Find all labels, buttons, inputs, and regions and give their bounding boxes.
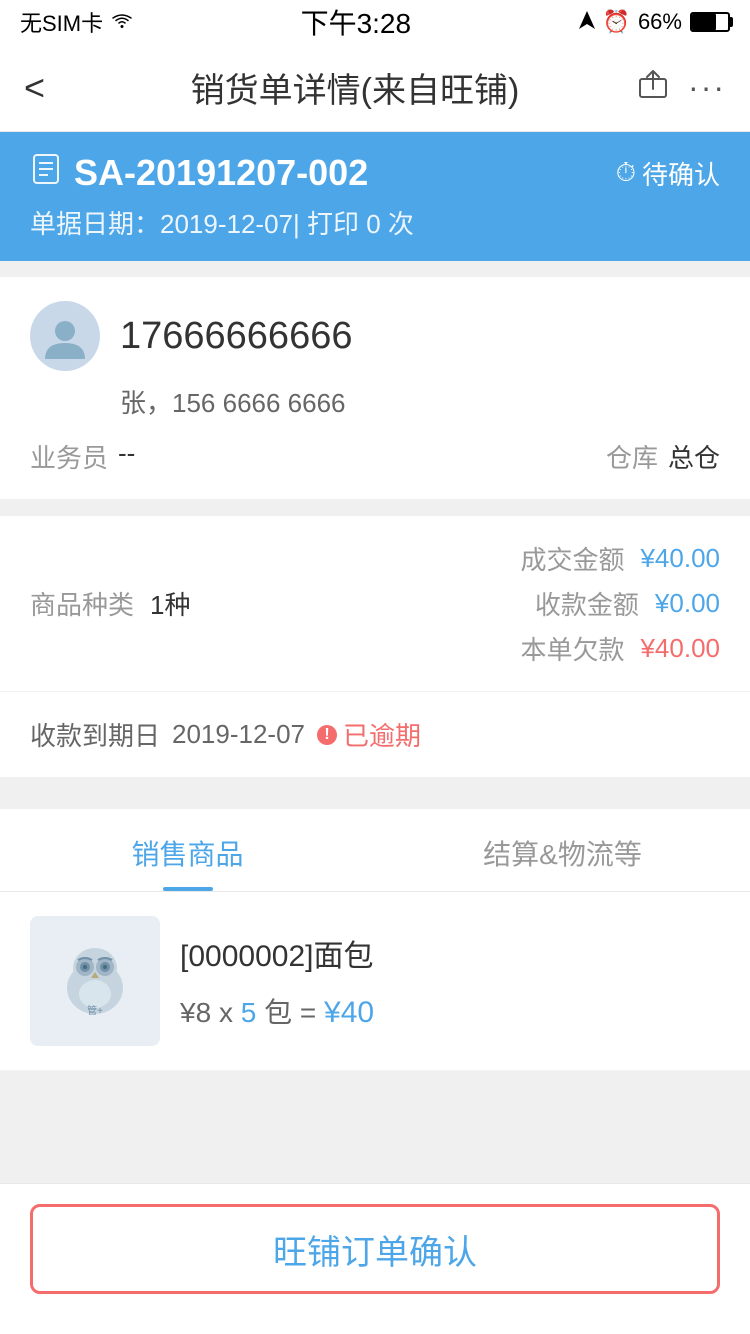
confirm-order-button[interactable]: 旺铺订单确认 (30, 1204, 720, 1294)
product-price: ¥8 x 5 包 = ¥40 (180, 991, 720, 1031)
sales-label: 业务员 (30, 438, 108, 475)
customer-card: 17666666666 张，156 6666 6666 业务员 -- 仓库 总仓 (0, 277, 750, 499)
battery-icon (690, 12, 730, 32)
due-date-card: 收款到期日 2019-12-07 ! 已逾期 (0, 691, 750, 777)
order-id: SA-20191207-002 (30, 152, 368, 194)
warehouse-label: 仓库 (606, 438, 658, 475)
tab-sales[interactable]: 销售商品 (0, 809, 375, 891)
due-date-label: 收款到期日 (30, 716, 160, 753)
status-bar: 无SIM卡 下午3:28 ⏰ 66% (0, 0, 750, 44)
product-name: [0000002]面包 (180, 931, 720, 975)
status-left: 无SIM卡 (20, 6, 133, 38)
battery-percent: 66% (638, 9, 682, 35)
multiply-sign: x (219, 997, 241, 1028)
customer-name: 张，156 6666 6666 (30, 383, 720, 420)
overdue-text: 已逾期 (343, 716, 421, 753)
unit: 包 (264, 997, 292, 1028)
separator2 (0, 777, 750, 793)
svg-text:管+: 管+ (87, 1004, 103, 1016)
order-status: ⏱ 待确认 (616, 155, 720, 192)
avatar (30, 301, 100, 371)
order-header: SA-20191207-002 ⏱ 待确认 单据日期：2019-12-07| 打… (0, 132, 750, 261)
product-info: [0000002]面包 ¥8 x 5 包 = ¥40 (180, 916, 720, 1046)
tab-bar: 销售商品 结算&物流等 (0, 809, 750, 892)
overdue-icon: ! (317, 725, 337, 745)
order-date: 单据日期：2019-12-07| 打印 0 次 (30, 204, 720, 241)
product-type-value: 1种 (150, 585, 190, 622)
alarm-icon: ⏰ (603, 9, 630, 35)
owed-value: ¥40.00 (640, 633, 720, 664)
customer-phone: 17666666666 (120, 315, 352, 358)
transaction-value: ¥40.00 (640, 543, 720, 574)
total-price: ¥40 (324, 996, 374, 1029)
status-right: ⏰ 66% (579, 9, 730, 35)
location-icon (579, 9, 595, 35)
due-date-value: 2019-12-07 (172, 719, 305, 750)
received-label: 收款金额 (535, 585, 639, 622)
quantity: 5 (241, 997, 257, 1028)
summary-card: 商品种类 1种 成交金额 ¥40.00 收款金额 ¥0.00 本单欠款 ¥40.… (0, 516, 750, 691)
summary-amounts: 成交金额 ¥40.00 收款金额 ¥0.00 本单欠款 ¥40.00 (390, 540, 720, 667)
carrier-label: 无SIM卡 (20, 6, 103, 38)
back-button[interactable]: < (24, 67, 84, 109)
page-title: 销货单详情(来自旺铺) (84, 63, 626, 112)
product-type-label: 商品种类 (30, 585, 134, 622)
customer-meta: 业务员 -- 仓库 总仓 (30, 432, 720, 475)
product-list: 管+ [0000002]面包 ¥8 x 5 包 = ¥40 (0, 892, 750, 1071)
tab-settlement[interactable]: 结算&物流等 (375, 809, 750, 891)
overdue-badge: ! 已逾期 (317, 716, 421, 753)
bottom-bar: 旺铺订单确认 (0, 1183, 750, 1334)
owed-label: 本单欠款 (520, 630, 624, 667)
nav-bar: < 销货单详情(来自旺铺) ··· (0, 44, 750, 132)
unit-price: ¥8 (180, 997, 211, 1028)
share-icon[interactable] (638, 69, 668, 106)
status-time: 下午3:28 (301, 2, 412, 42)
product-thumbnail: 管+ (30, 916, 160, 1046)
equals-sign: = (300, 997, 324, 1028)
clock-icon: ⏱ (616, 157, 636, 189)
more-icon[interactable]: ··· (688, 69, 726, 106)
nav-actions: ··· (626, 69, 726, 106)
sales-value: -- (118, 438, 135, 475)
warehouse-value: 总仓 (668, 438, 720, 475)
table-row: 管+ [0000002]面包 ¥8 x 5 包 = ¥40 (0, 892, 750, 1071)
wifi-icon (111, 9, 133, 35)
separator1 (0, 499, 750, 500)
order-icon (30, 152, 62, 194)
received-value: ¥0.00 (655, 588, 720, 619)
transaction-label: 成交金额 (520, 540, 624, 577)
